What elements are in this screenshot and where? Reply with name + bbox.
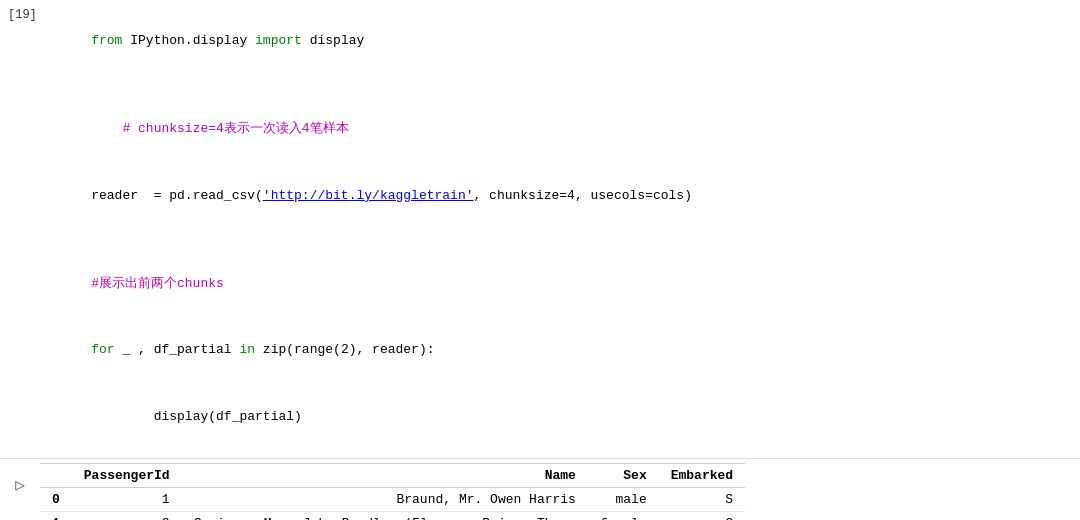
cell-value: Cumings, Mrs. John Bradley (Florence Bri… <box>182 511 588 520</box>
col-embarked-1: Embarked <box>659 463 745 487</box>
cell-number: [19] <box>8 8 37 22</box>
tables-container: PassengerId Name Sex Embarked 01Braund, … <box>40 459 1080 520</box>
output-arrow: ▷ <box>0 459 40 520</box>
table-row: 01Braund, Mr. Owen HarrismaleS <box>40 487 745 511</box>
code-line-blank2 <box>60 229 1080 251</box>
col-passengerid-1: PassengerId <box>72 463 182 487</box>
cell-value: female <box>588 511 659 520</box>
table1: PassengerId Name Sex Embarked 01Braund, … <box>40 463 745 520</box>
row-index: 1 <box>40 511 72 520</box>
cell-value: Braund, Mr. Owen Harris <box>182 487 588 511</box>
row-index: 0 <box>40 487 72 511</box>
code-line-for: for _ , df_partial in zip(range(2), read… <box>60 317 1080 383</box>
cell-value: S <box>659 487 745 511</box>
cell-value: 2 <box>72 511 182 520</box>
code-line-comment2: #展示出前两个chunks <box>60 251 1080 317</box>
table1-header: PassengerId Name Sex Embarked <box>40 463 745 487</box>
keyword-from: from <box>91 33 122 48</box>
col-name-1: Name <box>182 463 588 487</box>
table1-wrapper: PassengerId Name Sex Embarked 01Braund, … <box>40 463 1080 520</box>
code-cell: [19] from IPython.display import display… <box>0 0 1080 459</box>
code-line-blank1 <box>60 74 1080 96</box>
col-index-1 <box>40 463 72 487</box>
code-line-comment1: # chunksize=4表示一次读入4笔样本 <box>60 96 1080 162</box>
code-line-1: from IPython.display import display <box>60 8 1080 74</box>
cell-value: C <box>659 511 745 520</box>
cell-value: 1 <box>72 487 182 511</box>
output-section: ▷ PassengerId Name Sex Embarked 01Braund… <box>0 459 1080 520</box>
cell-value: male <box>588 487 659 511</box>
table1-body: 01Braund, Mr. Owen HarrismaleS12Cumings,… <box>40 487 745 520</box>
code-line-display: display(df_partial) <box>60 384 1080 450</box>
table-row: 12Cumings, Mrs. John Bradley (Florence B… <box>40 511 745 520</box>
code-line-reader: reader = pd.read_csv('http://bit.ly/kagg… <box>60 163 1080 229</box>
col-sex-1: Sex <box>588 463 659 487</box>
